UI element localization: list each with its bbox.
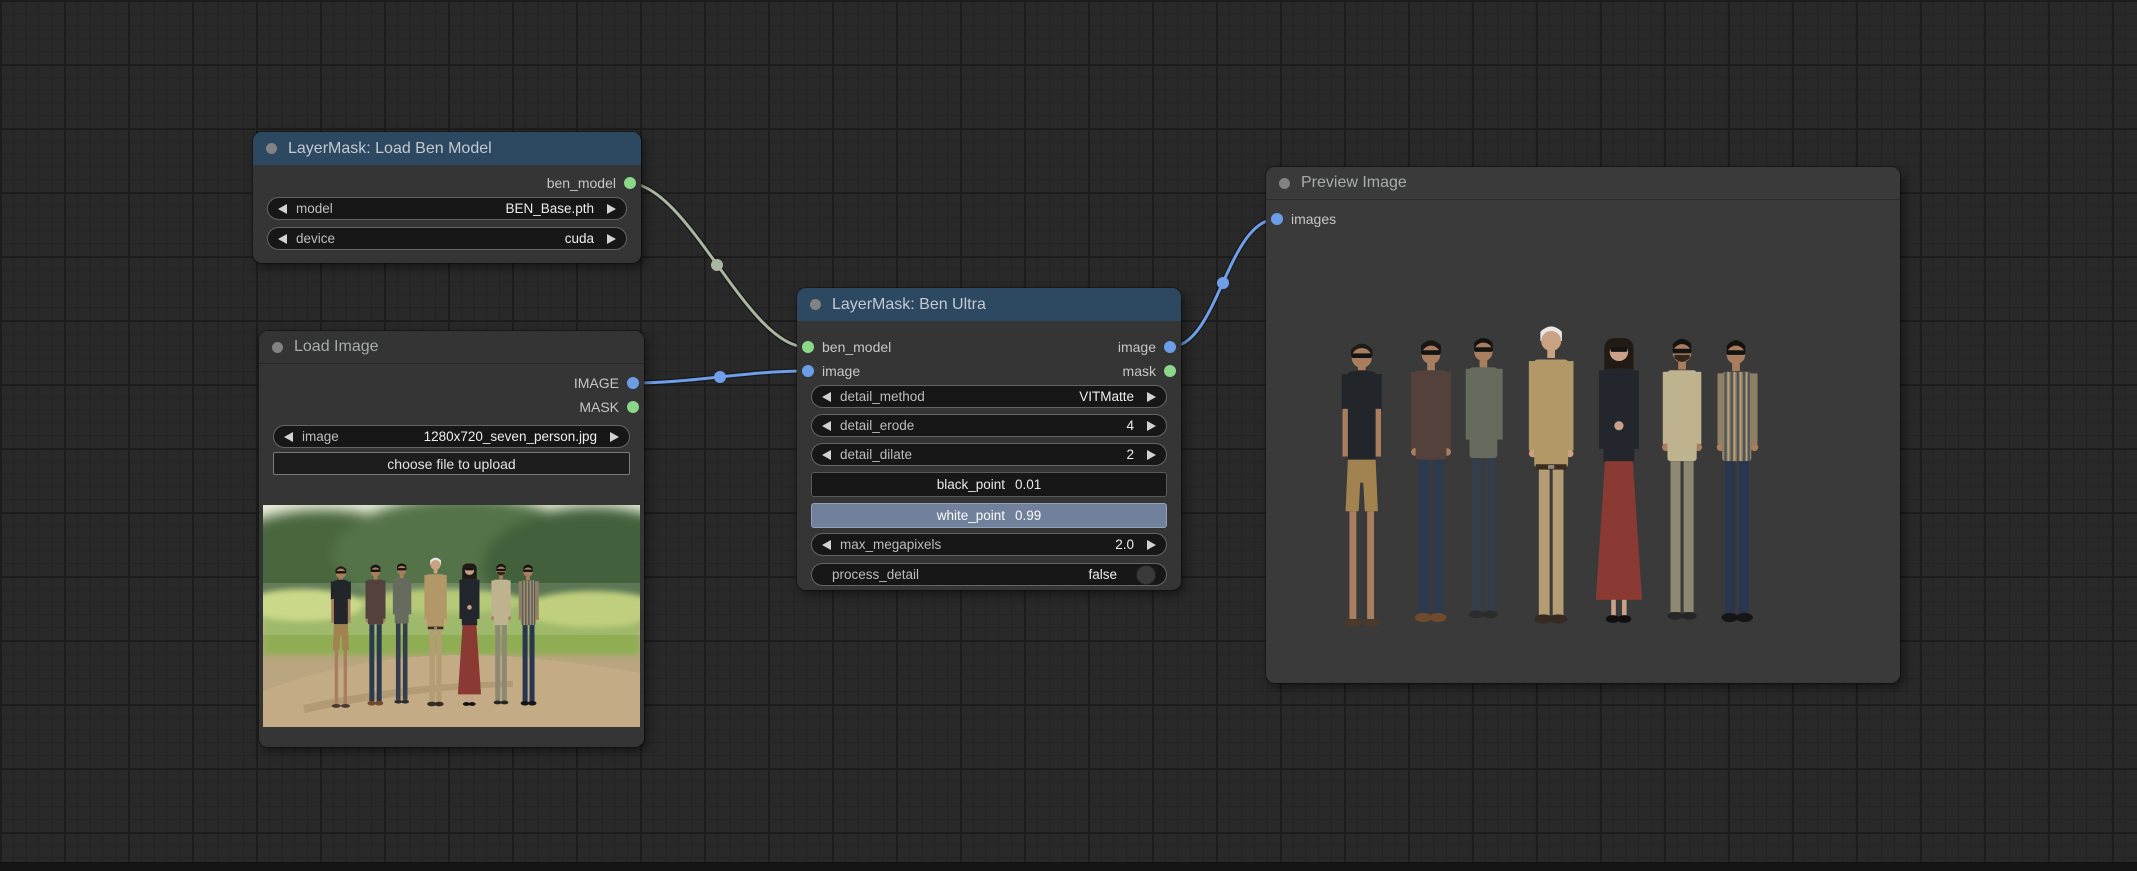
input-label: ben_model — [822, 339, 892, 355]
widget-value: 2.0 — [1115, 537, 1134, 552]
toggle-label: process_detail — [832, 567, 920, 582]
widget-model[interactable]: model BEN_Base.pth — [267, 197, 627, 220]
arrow-right-icon[interactable] — [1147, 449, 1156, 460]
widget-value: cuda — [564, 231, 594, 246]
widget-value: BEN_Base.pth — [505, 201, 594, 216]
widget-detail-dilate[interactable]: detail_dilate 2 — [811, 443, 1167, 466]
widget-label: max_megapixels — [840, 537, 942, 552]
widget-value: VITMatte — [1079, 389, 1134, 404]
widget-value: 1280x720_seven_person.jpg — [423, 429, 597, 444]
output-label: MASK — [579, 399, 619, 415]
widget-max-megapixels[interactable]: max_megapixels 2.0 — [811, 533, 1167, 556]
node-header[interactable]: LayerMask: Load Ben Model — [253, 132, 641, 165]
output-socket-image[interactable] — [627, 377, 639, 389]
node-preview-image[interactable]: Preview Image images — [1266, 167, 1900, 683]
widget-detail-method[interactable]: detail_method VITMatte — [811, 385, 1167, 408]
node-graph-canvas[interactable]: LayerMask: Load Ben Model ben_model mode… — [0, 0, 2137, 871]
node-ben-ultra[interactable]: LayerMask: Ben Ultra ben_model image ima… — [797, 288, 1181, 590]
cutout-seven-people — [1341, 326, 1759, 627]
input-label: images — [1291, 211, 1337, 227]
arrow-right-icon[interactable] — [1147, 391, 1156, 402]
widget-label: image — [302, 429, 339, 444]
output-label: IMAGE — [573, 375, 619, 391]
arrow-right-icon[interactable] — [607, 233, 616, 244]
arrow-right-icon[interactable] — [1147, 539, 1156, 550]
input-socket-image[interactable] — [802, 365, 814, 377]
arrow-left-icon[interactable] — [278, 233, 287, 244]
wire-midpoint-dot[interactable] — [711, 259, 723, 271]
node-load-image[interactable]: Load Image IMAGE MASK image 1280x720_sev… — [259, 331, 644, 747]
output-label: image — [1117, 339, 1156, 355]
slider-white-point[interactable]: white_point 0.99 — [811, 503, 1167, 528]
widget-detail-erode[interactable]: detail_erode 4 — [811, 414, 1167, 437]
preview-image-output[interactable] — [1314, 301, 1853, 632]
output-label: mask — [1122, 363, 1156, 379]
slider-label: black_point — [936, 477, 1006, 492]
node-title: Preview Image — [1301, 174, 1407, 191]
wire-midpoint-dot[interactable] — [1217, 277, 1229, 289]
wire-midpoint-dot[interactable] — [714, 371, 726, 383]
widget-label: device — [296, 231, 336, 246]
toggle-process-detail[interactable]: process_detail false — [811, 563, 1167, 586]
collapse-dot-icon[interactable] — [272, 341, 283, 353]
widget-device[interactable]: device cuda — [267, 227, 627, 250]
node-header[interactable]: Preview Image — [1266, 167, 1900, 200]
input-socket-images[interactable] — [1271, 213, 1283, 225]
slider-value: 0.99 — [1015, 508, 1042, 523]
choose-file-label: choose file to upload — [387, 455, 516, 472]
widget-value: 4 — [1126, 418, 1134, 433]
slider-value: 0.01 — [1015, 477, 1042, 492]
collapse-dot-icon[interactable] — [266, 143, 277, 154]
choose-file-button[interactable]: choose file to upload — [273, 452, 630, 475]
output-socket-mask[interactable] — [1164, 365, 1176, 377]
slider-black-point[interactable]: black_point 0.01 — [811, 472, 1167, 497]
output-socket-mask[interactable] — [627, 401, 639, 413]
input-socket-ben-model[interactable] — [802, 341, 814, 353]
widget-label: detail_dilate — [840, 447, 913, 462]
node-header[interactable]: LayerMask: Ben Ultra — [797, 288, 1181, 321]
slider-label: white_point — [936, 508, 1006, 523]
node-title: LayerMask: Ben Ultra — [832, 295, 986, 313]
arrow-left-icon[interactable] — [822, 391, 831, 402]
arrow-right-icon[interactable] — [610, 431, 619, 442]
arrow-right-icon[interactable] — [607, 203, 616, 214]
toggle-knob-icon[interactable] — [1136, 564, 1156, 585]
output-label: ben_model — [546, 175, 616, 191]
output-socket-ben-model[interactable] — [624, 177, 636, 189]
arrow-left-icon[interactable] — [278, 203, 287, 214]
photo-seven-people — [263, 505, 640, 727]
widget-label: model — [296, 201, 333, 216]
arrow-left-icon[interactable] — [822, 420, 831, 431]
input-label: image — [822, 363, 861, 379]
node-header[interactable]: Load Image — [259, 331, 644, 364]
widget-image-file[interactable]: image 1280x720_seven_person.jpg — [273, 425, 630, 448]
widget-value: 2 — [1126, 447, 1134, 462]
collapse-dot-icon[interactable] — [810, 299, 821, 310]
node-title: Load Image — [294, 338, 379, 355]
arrow-left-icon[interactable] — [822, 539, 831, 550]
output-socket-image[interactable] — [1164, 341, 1176, 353]
arrow-left-icon[interactable] — [284, 431, 293, 442]
node-title: LayerMask: Load Ben Model — [288, 139, 492, 157]
toggle-value: false — [1088, 567, 1117, 582]
arrow-left-icon[interactable] — [822, 449, 831, 460]
loaded-image-preview[interactable] — [263, 505, 640, 727]
node-load-ben-model[interactable]: LayerMask: Load Ben Model ben_model mode… — [253, 132, 641, 263]
widget-label: detail_erode — [840, 418, 915, 433]
widget-label: detail_method — [840, 389, 925, 404]
collapse-dot-icon[interactable] — [1279, 177, 1290, 189]
arrow-right-icon[interactable] — [1147, 420, 1156, 431]
